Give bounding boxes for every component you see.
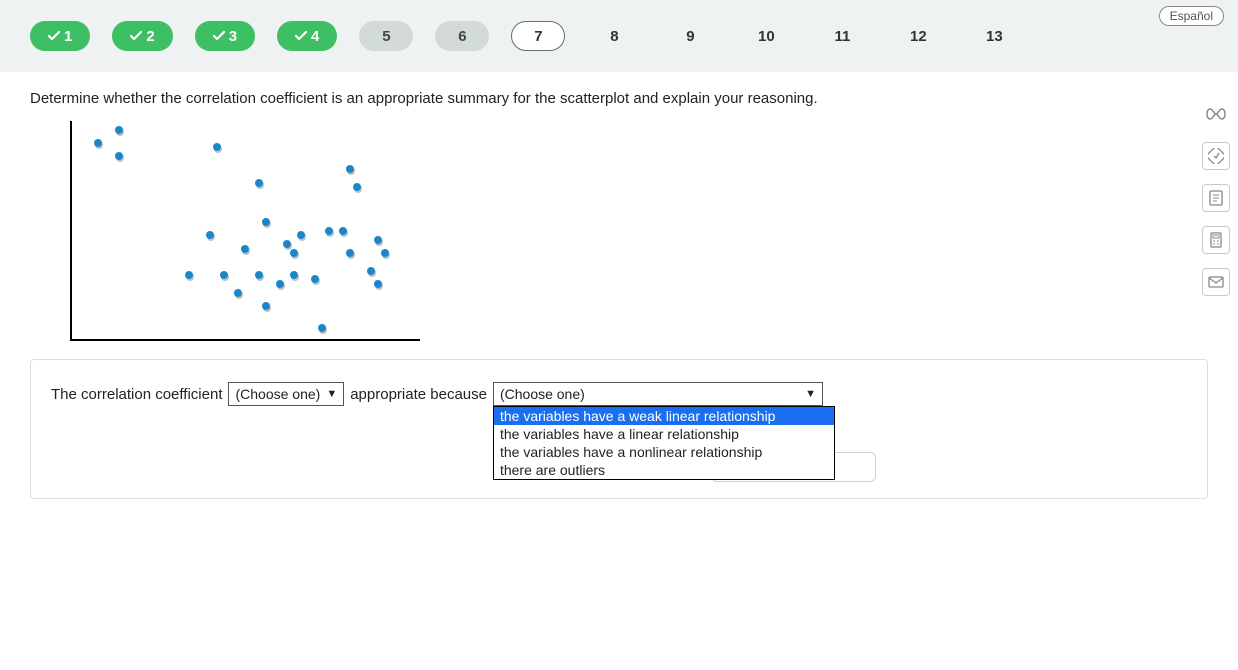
nav-label: 2 xyxy=(146,28,154,45)
nav-question-13[interactable]: 13 xyxy=(967,21,1021,51)
question-prompt: Determine whether the correlation coeffi… xyxy=(30,90,1208,107)
y-axis xyxy=(70,121,72,341)
nav-label: 8 xyxy=(610,28,618,45)
nav-question-7[interactable]: 7 xyxy=(511,21,565,51)
nav-label: 12 xyxy=(910,28,927,45)
scatter-point xyxy=(346,165,354,173)
scatter-point xyxy=(255,179,263,187)
nav-label: 9 xyxy=(686,28,694,45)
nav-question-11[interactable]: 11 xyxy=(815,21,869,51)
nav-question-6[interactable]: 6 xyxy=(435,21,489,51)
nav-question-10[interactable]: 10 xyxy=(739,21,793,51)
scatter-point xyxy=(241,245,249,253)
nav-label: 5 xyxy=(382,28,390,45)
scatter-point xyxy=(325,227,333,235)
scatter-point xyxy=(311,275,319,283)
scatter-point xyxy=(290,249,298,257)
nav-label: 11 xyxy=(834,28,850,45)
select-appropriate[interactable]: (Choose one) ▼ xyxy=(228,382,344,406)
nav-label: 7 xyxy=(534,28,542,45)
scatter-point xyxy=(374,236,382,244)
chevron-down-icon: ▼ xyxy=(805,388,816,400)
nav-label: 4 xyxy=(311,28,319,45)
dropdown-option[interactable]: the variables have a weak linear relatio… xyxy=(494,407,834,425)
scatter-point xyxy=(353,183,361,191)
nav-question-12[interactable]: 12 xyxy=(891,21,945,51)
dropdown-option[interactable]: the variables have a nonlinear relations… xyxy=(494,443,834,461)
x-axis xyxy=(70,339,420,341)
select-reason-dropdown: the variables have a weak linear relatio… xyxy=(493,406,835,480)
answer-area: The correlation coefficient (Choose one)… xyxy=(30,359,1208,499)
scatter-point xyxy=(115,152,123,160)
scatter-point xyxy=(346,249,354,257)
nav-label: 10 xyxy=(758,28,775,45)
question-nav-bar: 12345678910111213 Español xyxy=(0,0,1238,72)
scatter-point xyxy=(234,289,242,297)
nav-label: 3 xyxy=(229,28,237,45)
nav-question-5[interactable]: 5 xyxy=(359,21,413,51)
scatter-point xyxy=(255,271,263,279)
nav-label: 6 xyxy=(458,28,466,45)
nav-question-9[interactable]: 9 xyxy=(663,21,717,51)
check-icon xyxy=(130,31,142,41)
nav-label: 13 xyxy=(986,28,1003,45)
nav-question-8[interactable]: 8 xyxy=(587,21,641,51)
nav-question-1[interactable]: 1 xyxy=(30,21,90,51)
check-icon xyxy=(213,31,225,41)
scatter-point xyxy=(262,302,270,310)
check-icon xyxy=(48,31,60,41)
chevron-down-icon: ▼ xyxy=(326,388,337,400)
scatter-point xyxy=(276,280,284,288)
scatter-point xyxy=(283,240,291,248)
scatterplot xyxy=(60,121,420,341)
scatter-point xyxy=(94,139,102,147)
scatter-point xyxy=(367,267,375,275)
check-icon xyxy=(295,31,307,41)
scatter-point xyxy=(339,227,347,235)
scatter-point xyxy=(381,249,389,257)
nav-question-3[interactable]: 3 xyxy=(195,21,255,51)
language-button[interactable]: Español xyxy=(1159,6,1224,26)
dropdown-option[interactable]: the variables have a linear relationship xyxy=(494,425,834,443)
scatter-point xyxy=(374,280,382,288)
scatter-point xyxy=(297,231,305,239)
dropdown-option[interactable]: there are outliers xyxy=(494,461,834,479)
scatter-point xyxy=(206,231,214,239)
scatter-point xyxy=(290,271,298,279)
select-reason[interactable]: (Choose one) ▼ the variables have a weak… xyxy=(493,382,823,406)
sentence-part-1: The correlation coefficient xyxy=(51,386,222,403)
nav-label: 1 xyxy=(64,28,72,45)
scatter-point xyxy=(220,271,228,279)
question-content: Determine whether the correlation coeffi… xyxy=(0,72,1238,517)
scatter-point xyxy=(115,126,123,134)
scatter-point xyxy=(262,218,270,226)
nav-question-2[interactable]: 2 xyxy=(112,21,172,51)
scatter-point xyxy=(185,271,193,279)
sentence-part-2: appropriate because xyxy=(350,386,487,403)
scatter-point xyxy=(213,143,221,151)
scatter-point xyxy=(318,324,326,332)
nav-question-4[interactable]: 4 xyxy=(277,21,337,51)
